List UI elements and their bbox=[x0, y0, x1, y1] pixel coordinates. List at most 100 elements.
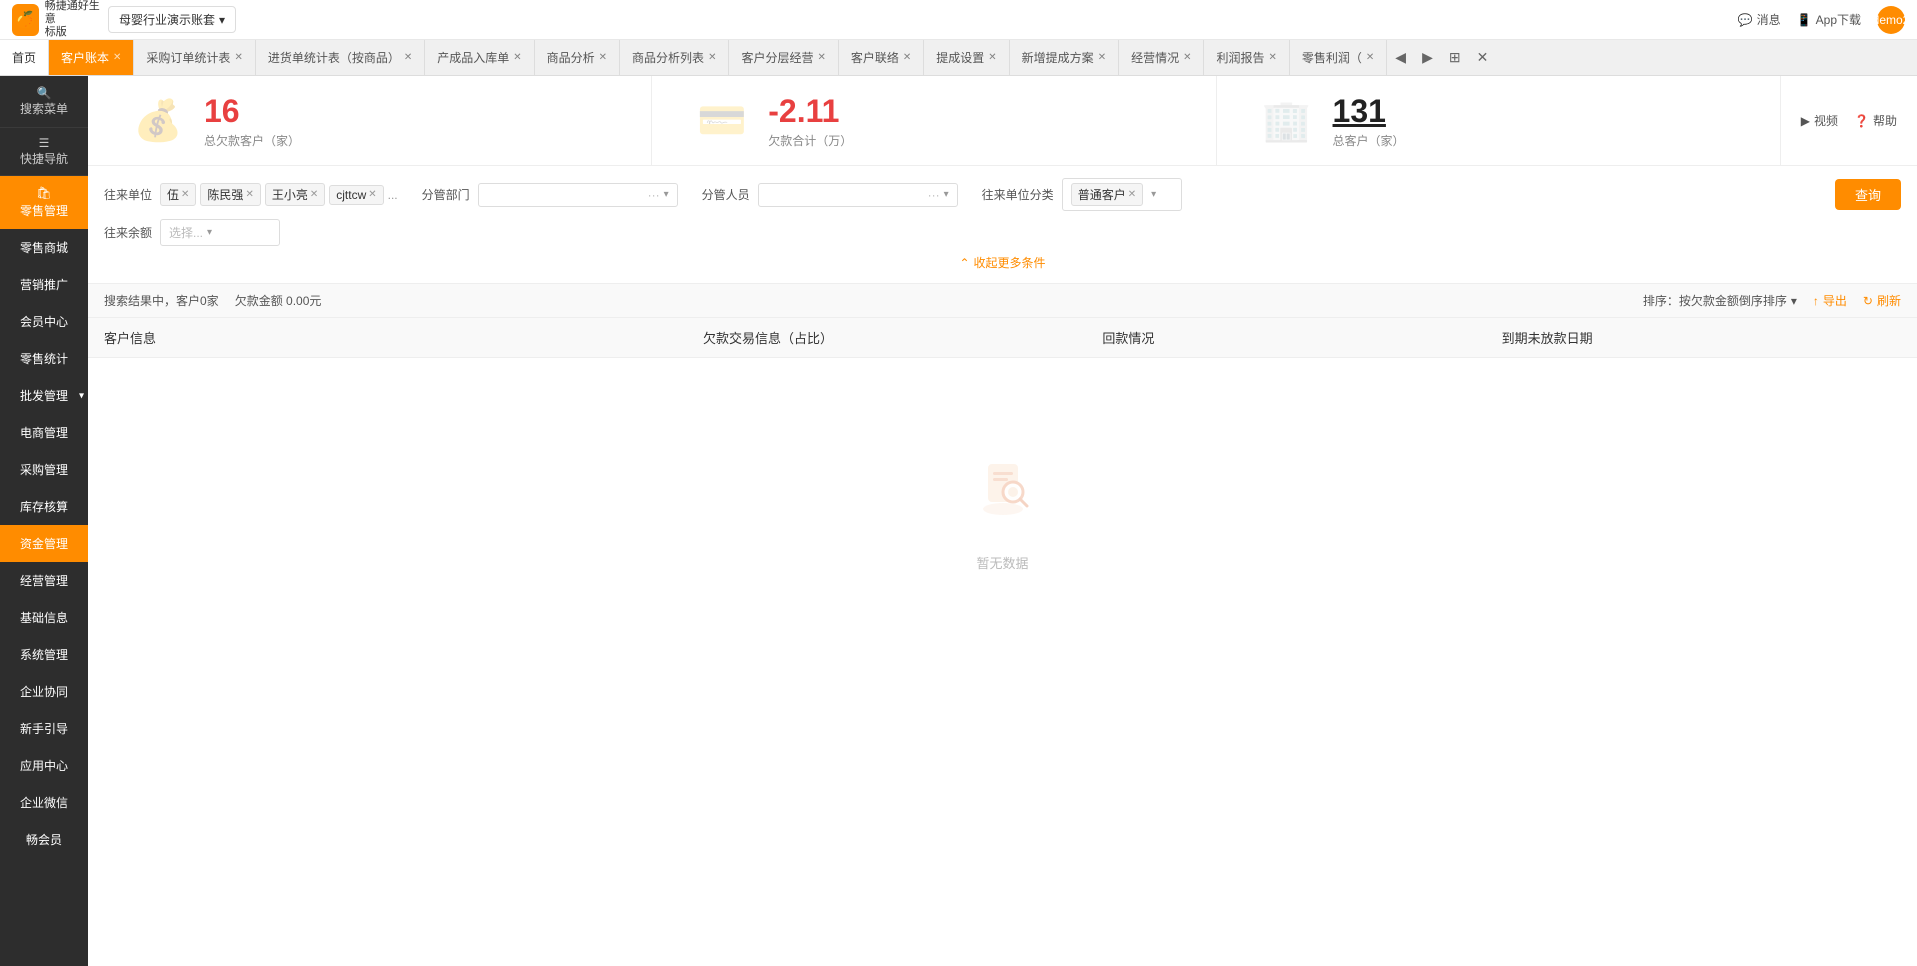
dept-label: 分管部门 bbox=[422, 186, 470, 203]
results-bar: 搜索结果中，客户0家 欠款金额 0.00元 排序：按欠款金额倒序排序 ▾ ↑ 导… bbox=[88, 284, 1917, 318]
tab-close-icon[interactable]: ✕ bbox=[1269, 52, 1277, 63]
unit-label: 往来单位 bbox=[104, 186, 152, 203]
workspace-selector[interactable]: 母婴行业演示账套 ▾ bbox=[108, 6, 236, 33]
sidebar-item-member[interactable]: 会员中心 bbox=[0, 303, 88, 340]
tab-close-icon[interactable]: ✕ bbox=[903, 52, 911, 63]
col-repayment: 回款情况 bbox=[1102, 328, 1501, 347]
person-select[interactable]: ··· ▾ bbox=[758, 183, 958, 207]
tab-accounts[interactable]: 客户账本 ✕ bbox=[49, 40, 134, 76]
help-btn[interactable]: ❓ 帮助 bbox=[1854, 112, 1897, 129]
sidebar-item-retail-mall[interactable]: 零售商城 bbox=[0, 229, 88, 266]
tab-new-promotion[interactable]: 新增提成方案 ✕ bbox=[1010, 40, 1119, 76]
sidebar-quick-nav[interactable]: ☰ 快捷导航 bbox=[0, 128, 88, 176]
sidebar-item-ecommerce[interactable]: 电商管理 bbox=[0, 414, 88, 451]
filter-tag-1[interactable]: 陈民强 ✕ bbox=[200, 183, 260, 206]
empty-text: 暂无数据 bbox=[976, 553, 1028, 572]
sidebar-item-new-guide[interactable]: 新手引导 bbox=[0, 710, 88, 747]
sidebar-item-retail-stats[interactable]: 零售统计 bbox=[0, 340, 88, 377]
tab-close-icon[interactable]: ✕ bbox=[234, 52, 242, 63]
tab-close-icon[interactable]: ✕ bbox=[513, 52, 521, 63]
tab-purchase-orders[interactable]: 采购订单统计表 ✕ bbox=[134, 40, 255, 76]
tab-product-inbound[interactable]: 产成品入库单 ✕ bbox=[425, 40, 534, 76]
unit-type-tag-close[interactable]: ✕ bbox=[1128, 189, 1136, 200]
sort-label: 排序：按欠款金额倒序排序 bbox=[1643, 292, 1787, 309]
debt-icon: 💳 bbox=[692, 91, 752, 151]
tab-retail-profit[interactable]: 零售利润（ ✕ bbox=[1290, 40, 1387, 76]
sidebar-item-retail[interactable]: 🛍 零售管理 bbox=[0, 176, 88, 229]
empty-icon bbox=[963, 444, 1043, 543]
sidebar-item-enterprise-collab[interactable]: 企业协同 bbox=[0, 673, 88, 710]
tag-close-icon[interactable]: ✕ bbox=[368, 189, 376, 200]
refresh-btn[interactable]: ↻ 刷新 bbox=[1863, 292, 1901, 309]
sidebar-item-system[interactable]: 系统管理 bbox=[0, 636, 88, 673]
sidebar-item-operations[interactable]: 经营管理 bbox=[0, 562, 88, 599]
customers-icon: 💰 bbox=[128, 91, 188, 151]
sidebar-item-enterprise-wechat[interactable]: 企业微信 bbox=[0, 784, 88, 821]
stat-customers-info: 16 总欠款客户（家） bbox=[204, 93, 300, 149]
filter-tag-3[interactable]: cjttcw ✕ bbox=[329, 185, 383, 205]
table-area: 客户信息 欠款交易信息（占比） 回款情况 到期未放款日期 bbox=[88, 318, 1917, 966]
clients-label: 总客户（家） bbox=[1333, 132, 1405, 149]
clients-icon: 🏢 bbox=[1257, 91, 1317, 151]
top-right-area: 💬 消息 📱 App下载 demo2 bbox=[1738, 6, 1905, 34]
unit-type-tag[interactable]: 普通客户 ✕ bbox=[1071, 183, 1143, 206]
filter-tag-0[interactable]: 伍 ✕ bbox=[160, 183, 196, 206]
unit-type-select[interactable]: 普通客户 ✕ ▾ bbox=[1062, 178, 1182, 211]
sidebar-item-marketing[interactable]: 营销推广 bbox=[0, 266, 88, 303]
sidebar-item-vip-member[interactable]: 畅会员 bbox=[0, 821, 88, 858]
sidebar-item-purchase[interactable]: 采购管理 bbox=[0, 451, 88, 488]
sidebar-item-basic-info[interactable]: 基础信息 bbox=[0, 599, 88, 636]
tab-home[interactable]: 首页 bbox=[0, 40, 49, 76]
export-btn[interactable]: ↑ 导出 bbox=[1813, 292, 1847, 309]
tab-close-icon[interactable]: ✕ bbox=[599, 52, 607, 63]
tab-close-all-btn[interactable]: ✕ bbox=[1469, 49, 1497, 66]
sidebar-search[interactable]: 🔍 搜索菜单 bbox=[0, 76, 88, 128]
filter-tags: 伍 ✕ 陈民强 ✕ 王小亮 ✕ cjttcw ✕ ... bbox=[160, 183, 398, 206]
stats-bar: 💰 16 总欠款客户（家） 💳 -2.11 欠款合计（万） 🏢 131 总客户（… bbox=[88, 76, 1917, 166]
tab-close-icon[interactable]: ✕ bbox=[988, 52, 996, 63]
customers-value: 16 bbox=[204, 93, 300, 130]
video-btn[interactable]: ▶ 视频 bbox=[1801, 112, 1838, 129]
tab-close-icon[interactable]: ✕ bbox=[404, 52, 412, 63]
tag-close-icon[interactable]: ✕ bbox=[310, 189, 318, 200]
tab-close-icon[interactable]: ✕ bbox=[1183, 52, 1191, 63]
message-btn[interactable]: 💬 消息 bbox=[1738, 11, 1781, 28]
sidebar-item-wholesale[interactable]: 批发管理 bbox=[0, 377, 88, 414]
sidebar-item-app-center[interactable]: 应用中心 bbox=[0, 747, 88, 784]
tab-product-analysis[interactable]: 商品分析 ✕ bbox=[535, 40, 620, 76]
tab-product-analysis-list[interactable]: 商品分析列表 ✕ bbox=[620, 40, 729, 76]
app-download-btn[interactable]: 📱 App下载 bbox=[1797, 11, 1861, 28]
tab-close-icon[interactable]: ✕ bbox=[1098, 52, 1106, 63]
tab-next-btn[interactable]: ▶ bbox=[1414, 49, 1441, 66]
logo-text: 畅捷通好生意 标版 bbox=[45, 0, 100, 39]
filter-more-btn[interactable]: ... bbox=[388, 188, 398, 202]
user-avatar[interactable]: demo2 bbox=[1877, 6, 1905, 34]
tab-close-icon[interactable]: ✕ bbox=[1366, 52, 1374, 63]
tag-close-icon[interactable]: ✕ bbox=[181, 189, 189, 200]
tab-expand-btn[interactable]: ⊞ bbox=[1441, 49, 1469, 66]
sort-select[interactable]: 排序：按欠款金额倒序排序 ▾ bbox=[1643, 292, 1797, 309]
tab-close-icon[interactable]: ✕ bbox=[113, 52, 121, 63]
tab-close-icon[interactable]: ✕ bbox=[817, 52, 825, 63]
balance-select[interactable]: 选择... ▾ bbox=[160, 219, 280, 246]
tab-purchase-stats[interactable]: 进货单统计表（按商品） ✕ bbox=[256, 40, 425, 76]
tab-profit-report[interactable]: 利润报告 ✕ bbox=[1204, 40, 1289, 76]
tab-customer-tier[interactable]: 客户分层经营 ✕ bbox=[729, 40, 838, 76]
tab-customer-contact[interactable]: 客户联络 ✕ bbox=[839, 40, 924, 76]
search-button[interactable]: 查询 bbox=[1835, 179, 1901, 210]
results-debt: 欠款金额 0.00元 bbox=[235, 292, 322, 309]
tab-close-icon[interactable]: ✕ bbox=[708, 52, 716, 63]
tab-prev-btn[interactable]: ◀ bbox=[1387, 49, 1414, 66]
filter-tag-2[interactable]: 王小亮 ✕ bbox=[265, 183, 325, 206]
sidebar-item-capital[interactable]: 资金管理 bbox=[0, 525, 88, 562]
tab-business-status[interactable]: 经营情况 ✕ bbox=[1119, 40, 1204, 76]
dept-more-icon: ··· bbox=[648, 188, 660, 202]
collapse-btn[interactable]: ⌃ 收起更多条件 bbox=[104, 254, 1901, 271]
dept-select[interactable]: ··· ▾ bbox=[478, 183, 678, 207]
tag-close-icon[interactable]: ✕ bbox=[245, 189, 253, 200]
tab-promotion-settings[interactable]: 提成设置 ✕ bbox=[924, 40, 1009, 76]
filter-row-2: 往来余额 选择... ▾ bbox=[104, 219, 1901, 246]
sidebar-item-inventory[interactable]: 库存核算 bbox=[0, 488, 88, 525]
nav-icon: ☰ bbox=[8, 136, 80, 150]
customers-label: 总欠款客户（家） bbox=[204, 132, 300, 149]
